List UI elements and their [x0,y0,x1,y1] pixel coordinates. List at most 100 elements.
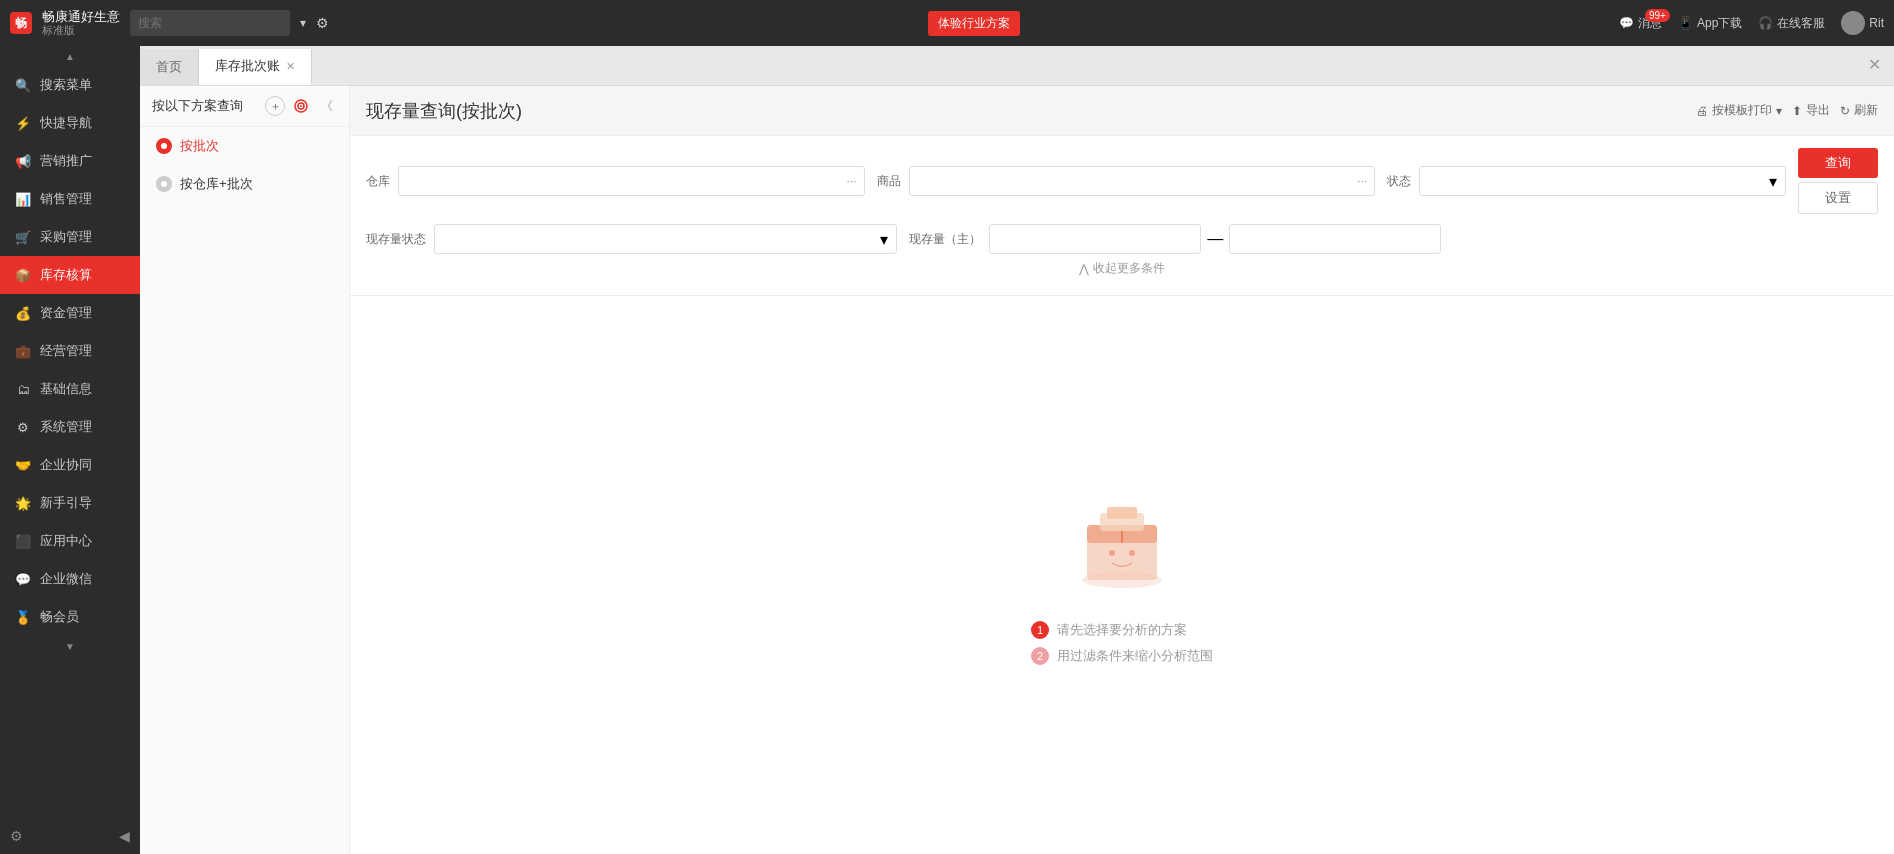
sidebar-label-membership: 畅会员 [40,608,79,626]
left-panel-header: 按以下方案查询 ＋ 《 [140,86,349,127]
experience-btn[interactable]: 体验行业方案 [928,11,1020,36]
refresh-btn[interactable]: ↻ 刷新 [1840,102,1878,119]
sidebar-item-membership[interactable]: 🏅 畅会员 [0,598,140,636]
empty-state: 1 请先选择要分析的方案 2 用过滤条件来缩小分析范围 [350,296,1894,854]
sidebar-item-apps[interactable]: ⬛ 应用中心 [0,522,140,560]
active-dot [156,138,172,154]
edition-label: 标准版 [42,24,120,37]
box-icon: 📦 [14,266,32,284]
sidebar-scroll-down[interactable]: ▼ [0,636,140,656]
sidebar-settings-icon[interactable]: ⚙ [10,828,23,844]
sidebar-collapse-icon[interactable]: ◀ [119,828,130,844]
online-service-btn[interactable]: 🎧 在线客服 [1758,15,1825,32]
tab-inventory-batch-label: 库存批次账 [215,57,280,75]
left-panel-title: 按以下方案查询 [152,97,243,115]
query-btn[interactable]: 查询 [1798,148,1878,178]
instruction-step2: 2 用过滤条件来缩小分析范围 [1031,647,1213,665]
left-panel-item-batch[interactable]: 按批次 [140,127,349,165]
goods-field: 商品 ··· [877,166,1376,196]
app-download-btn[interactable]: 📱 App下载 [1678,15,1742,32]
print-icon: 🖨 [1696,104,1708,118]
sidebar-item-purchase[interactable]: 🛒 采购管理 [0,218,140,256]
left-panel: 按以下方案查询 ＋ 《 [140,86,350,854]
export-label: 导出 [1806,102,1830,119]
step1-circle: 1 [1031,621,1049,639]
status-label: 状态 [1387,173,1411,190]
settings-btn[interactable]: 设置 [1798,182,1878,214]
warehouse-input[interactable] [398,166,865,196]
sidebar-item-basics[interactable]: 🗂 基础信息 [0,370,140,408]
gear-icon: ⚙ [14,418,32,436]
tab-inventory-batch[interactable]: 库存批次账 ✕ [199,49,312,85]
sidebar-item-guide[interactable]: 🌟 新手引导 [0,484,140,522]
chevron-up-icon: ⋀ [1079,262,1089,276]
sidebar-item-inventory[interactable]: 📦 库存核算 [0,256,140,294]
refresh-label: 刷新 [1854,102,1878,119]
instruction-step1: 1 请先选择要分析的方案 [1031,621,1213,639]
app-logo: 畅 [10,12,32,34]
sidebar-item-system[interactable]: ⚙ 系统管理 [0,408,140,446]
empty-illustration [1062,485,1182,605]
search-input[interactable] [130,10,290,36]
messages-btn[interactable]: 💬 消息 99+ [1619,15,1662,32]
warehouse-input-wrap: ··· [398,166,865,196]
stock-status-label: 现存量状态 [366,231,426,248]
goods-more-icon[interactable]: ··· [1357,174,1367,188]
goods-input-wrap: ··· [909,166,1376,196]
goods-label: 商品 [877,173,901,190]
sidebar: ▲ 🔍 搜索菜单 ⚡ 快捷导航 📢 营销推广 📊 销售管理 🛒 采购管理 📦 库… [0,46,140,854]
tab-home[interactable]: 首页 [140,49,199,85]
print-dropdown-icon[interactable]: ▾ [1776,104,1782,118]
topbar-gear-icon[interactable]: ⚙ [316,15,329,31]
user-profile[interactable]: Rit [1841,11,1884,35]
sidebar-item-wechat[interactable]: 💬 企业微信 [0,560,140,598]
print-template-btn[interactable]: 🖨 按模板打印 ▾ [1696,102,1782,119]
sidebar-item-sales[interactable]: 📊 销售管理 [0,180,140,218]
sidebar-label-purchase: 采购管理 [40,228,92,246]
company-name: 畅康通好生意 [42,9,120,25]
stock-status-select[interactable]: ▾ [434,224,897,254]
goods-input[interactable] [909,166,1376,196]
collapse-label: 收起更多条件 [1093,260,1165,277]
step2-circle: 2 [1031,647,1049,665]
collapse-more-btn[interactable]: ⋀ 收起更多条件 [366,254,1878,283]
team-icon: 🤝 [14,456,32,474]
stock-qty-to[interactable] [1229,224,1441,254]
sidebar-item-operations[interactable]: 💼 经营管理 [0,332,140,370]
stock-status-dropdown-icon: ▾ [880,230,888,249]
sidebar-label-marketing: 营销推广 [40,152,92,170]
username: Rit [1869,16,1884,30]
search-dropdown-icon[interactable]: ▾ [300,16,306,30]
warehouse-field: 仓库 ··· [366,166,865,196]
chart-icon: 📊 [14,190,32,208]
sidebar-item-search[interactable]: 🔍 搜索菜单 [0,66,140,104]
sidebar-item-marketing[interactable]: 📢 营销推广 [0,142,140,180]
filter-row-1: 仓库 ··· 商品 ··· [366,148,1878,214]
inactive-dot [156,176,172,192]
export-btn[interactable]: ⬆ 导出 [1792,102,1830,119]
tab-close-btn[interactable]: ✕ [286,60,295,73]
sidebar-item-finance[interactable]: 💰 资金管理 [0,294,140,332]
collapse-panel-btn[interactable]: 《 [317,96,337,116]
sidebar-label-apps: 应用中心 [40,532,92,550]
svg-point-2 [300,105,302,107]
status-field: 状态 ▾ [1387,166,1786,196]
range-dash: — [1207,230,1223,248]
tab-home-label: 首页 [156,58,182,76]
tab-bar-close-btn[interactable]: ✕ [1864,54,1884,74]
sidebar-scroll-up[interactable]: ▲ [0,46,140,66]
left-panel-item-warehouse-batch[interactable]: 按仓库+批次 [140,165,349,203]
target-icon[interactable] [291,96,311,116]
add-scheme-btn[interactable]: ＋ [265,96,285,116]
warehouse-more-icon[interactable]: ··· [847,174,857,188]
wechat-icon: 💬 [14,570,32,588]
sidebar-item-quicknav[interactable]: ⚡ 快捷导航 [0,104,140,142]
stock-qty-from[interactable] [989,224,1201,254]
print-label: 按模板打印 [1712,102,1772,119]
status-select[interactable]: ▾ [1419,166,1786,196]
sidebar-bottom: ⚙ ◀ [0,818,140,854]
topbar: 畅 畅康通好生意 标准版 ▾ ⚙ 体验行业方案 💬 消息 99+ 📱 App下载… [0,0,1894,46]
sidebar-item-enterprise[interactable]: 🤝 企业协同 [0,446,140,484]
member-icon: 🏅 [14,608,32,626]
briefcase-icon: 💼 [14,342,32,360]
